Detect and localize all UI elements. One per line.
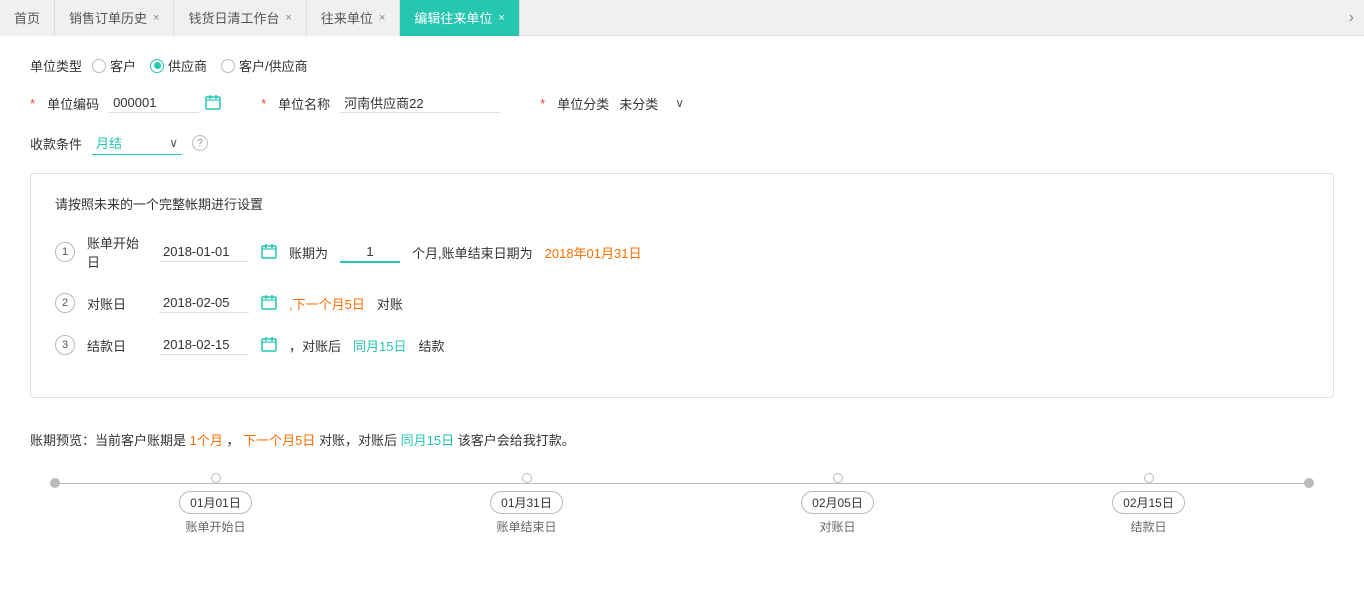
- preview-next-month: 下一个月5日: [243, 433, 315, 448]
- preview-text: 账期预览：当前客户账期是 1个月 ， 下一个月5日 对账，对账后 同月15日 该…: [30, 430, 1334, 449]
- timeline-desc-4: 结款日: [1130, 518, 1166, 535]
- code-required-star: *: [30, 96, 35, 111]
- tab-home[interactable]: 首页: [0, 0, 55, 36]
- unit-name-input[interactable]: [340, 93, 500, 113]
- month-input[interactable]: [340, 242, 400, 263]
- unit-type-label: 单位类型: [30, 56, 82, 75]
- radio-customer[interactable]: 客户: [92, 56, 136, 75]
- period-settings-box: 请按照未来的一个完整帐期进行设置 1 账单开始日 账期为 个月,账单结束日期为 …: [30, 173, 1334, 398]
- section-title: 请按照未来的一个完整帐期进行设置: [55, 194, 1309, 213]
- start-date-label: 账单开始日: [87, 233, 147, 271]
- tab-cash-workbench[interactable]: 钱货日清工作台 ×: [174, 0, 306, 36]
- timeline-end-dot: [1304, 478, 1314, 488]
- timeline-date-1: 01月01日: [179, 491, 252, 514]
- preview-section: 账期预览：当前客户账期是 1个月 ， 下一个月5日 对账，对账后 同月15日 该…: [30, 414, 1334, 565]
- close-tab-counterpart[interactable]: ×: [379, 12, 385, 24]
- reconcile-suffix: 对账: [377, 294, 403, 313]
- preview-middle2: 对账，对账后: [319, 433, 397, 448]
- row-num-3: 3: [55, 335, 75, 355]
- settlement-date-row: 3 结款日 ，对账后 同月15日 结款: [55, 335, 1309, 355]
- timeline-items: 01月01日 账单开始日 01月31日 账单结束日 02月05日 对账日: [50, 473, 1314, 535]
- settlement-same-month-highlight: 同月15日: [353, 336, 406, 355]
- reconcile-date-calendar-icon[interactable]: [261, 294, 277, 313]
- settlement-suffix: 结款: [418, 336, 444, 355]
- timeline-item-1: 01月01日 账单开始日: [60, 473, 371, 535]
- timeline-dot-1: [211, 473, 221, 483]
- unit-code-label: 单位编码: [47, 94, 99, 113]
- radio-circle-customer-supplier: [221, 59, 235, 73]
- preview-end: 该客户会给我打款。: [458, 433, 575, 448]
- tab-bar: 首页 销售订单历史 × 钱货日清工作台 × 往来单位 × 编辑往来单位 × ›: [0, 0, 1364, 36]
- unit-code-input[interactable]: [109, 93, 199, 113]
- radio-label-supplier: 供应商: [168, 56, 207, 75]
- unit-type-radio-group: 客户 供应商 客户/供应商: [92, 56, 308, 75]
- close-tab-edit-counterpart[interactable]: ×: [498, 12, 504, 24]
- timeline-desc-1: 账单开始日: [185, 518, 245, 535]
- reconcile-date-row: 2 对账日 ,下一个月5日 对账: [55, 293, 1309, 313]
- payment-dropdown-arrow[interactable]: ∨: [169, 136, 178, 150]
- tab-counterpart[interactable]: 往来单位 ×: [307, 0, 400, 36]
- payment-help-icon[interactable]: ?: [192, 135, 208, 151]
- row-num-1: 1: [55, 242, 75, 262]
- unit-category-value: 未分类: [619, 94, 669, 113]
- timeline-item-2: 01月31日 账单结束日: [371, 473, 682, 535]
- settlement-date-input[interactable]: [159, 335, 249, 355]
- radio-circle-customer: [92, 59, 106, 73]
- settlement-date-calendar-icon[interactable]: [261, 336, 277, 355]
- name-required-star: *: [261, 96, 266, 111]
- timeline-date-2: 01月31日: [490, 491, 563, 514]
- timeline-dot-4: [1144, 473, 1154, 483]
- preview-label: 账期预览：当前客户账期是: [30, 433, 186, 448]
- payment-row: 收款条件 月结 ∨ ?: [30, 131, 1334, 155]
- preview-months: 1个月: [190, 433, 223, 448]
- start-date-row: 1 账单开始日 账期为 个月,账单结束日期为 2018年01月31日: [55, 233, 1309, 271]
- account-period-suffix: 个月,账单结束日期为: [412, 243, 533, 262]
- radio-circle-supplier: [150, 59, 164, 73]
- row-num-2: 2: [55, 293, 75, 313]
- payment-label: 收款条件: [30, 134, 82, 153]
- tab-sales-history[interactable]: 销售订单历史 ×: [55, 0, 174, 36]
- tab-more-button[interactable]: ›: [1339, 0, 1364, 36]
- unit-name-label: 单位名称: [278, 94, 330, 113]
- radio-supplier[interactable]: 供应商: [150, 56, 207, 75]
- timeline-dot-2: [522, 473, 532, 483]
- timeline-start-dot: [50, 478, 60, 488]
- payment-value: 月结: [96, 133, 169, 152]
- preview-middle1: ，: [227, 433, 240, 448]
- reconcile-next-month-highlight: ,下一个月5日: [289, 294, 365, 313]
- start-date-input[interactable]: [159, 242, 249, 262]
- timeline-dot-3: [833, 473, 843, 483]
- preview-same-month: 同月15日: [401, 433, 454, 448]
- timeline-wrapper: 01月01日 账单开始日 01月31日 账单结束日 02月05日 对账日: [30, 473, 1334, 565]
- timeline-desc-3: 对账日: [819, 518, 855, 535]
- reconcile-date-input[interactable]: [159, 293, 249, 313]
- timeline-date-4: 02月15日: [1112, 491, 1185, 514]
- account-period-prefix: 账期为: [289, 243, 328, 262]
- category-required-star: *: [540, 96, 545, 111]
- unit-code-field-group: [109, 93, 221, 113]
- main-content: 单位类型 客户 供应商 客户/供应商 * 单位编码: [0, 36, 1364, 608]
- radio-label-customer: 客户: [110, 56, 136, 75]
- radio-customer-supplier[interactable]: 客户/供应商: [221, 56, 308, 75]
- timeline-desc-2: 账单结束日: [496, 518, 556, 535]
- unit-category-label: 单位分类: [557, 94, 609, 113]
- unit-type-row: 单位类型 客户 供应商 客户/供应商: [30, 56, 1334, 75]
- timeline-date-3: 02月05日: [801, 491, 874, 514]
- unit-category-field-group: 未分类 ∨: [619, 94, 684, 113]
- timeline-item-3: 02月05日 对账日: [682, 473, 993, 535]
- tab-edit-counterpart[interactable]: 编辑往来单位 ×: [400, 0, 519, 36]
- account-end-date-highlight: 2018年01月31日: [545, 243, 642, 262]
- settlement-prefix: ，对账后: [289, 336, 341, 355]
- start-date-calendar-icon[interactable]: [261, 243, 277, 262]
- unit-code-calendar-icon[interactable]: [205, 94, 221, 113]
- radio-label-customer-supplier: 客户/供应商: [239, 56, 308, 75]
- payment-select[interactable]: 月结 ∨: [92, 131, 182, 155]
- category-dropdown-arrow[interactable]: ∨: [675, 96, 684, 110]
- timeline-item-4: 02月15日 结款日: [993, 473, 1304, 535]
- reconcile-date-label: 对账日: [87, 294, 147, 313]
- unit-info-row: * 单位编码 * 单位名称 * 单位分类 未分类 ∨: [30, 93, 1334, 113]
- close-tab-cash-workbench[interactable]: ×: [285, 12, 291, 24]
- close-tab-sales-history[interactable]: ×: [153, 12, 159, 24]
- settlement-date-label: 结款日: [87, 336, 147, 355]
